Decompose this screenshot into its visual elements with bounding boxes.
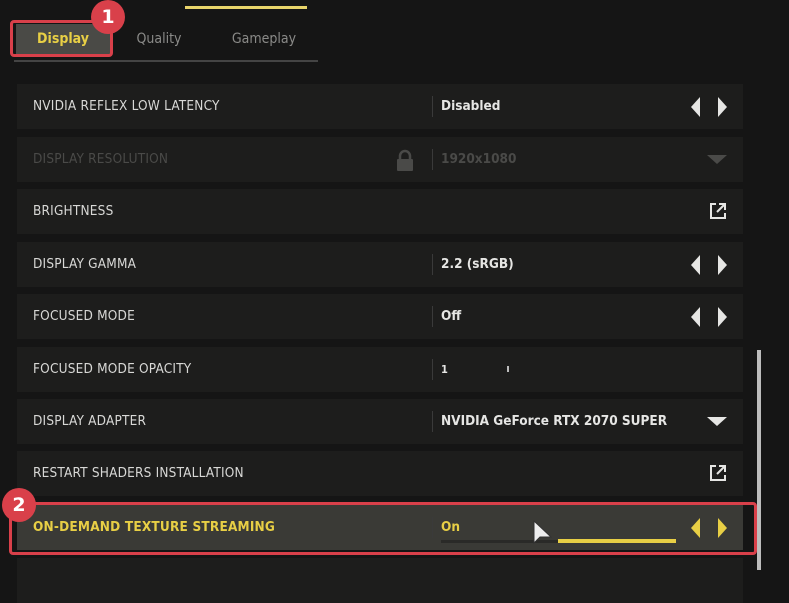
setting-value: Off xyxy=(441,308,462,324)
divider xyxy=(432,306,433,327)
arrow-right-icon[interactable] xyxy=(718,255,727,275)
setting-label: DISPLAY GAMMA xyxy=(33,256,137,272)
mouse-cursor-icon xyxy=(533,520,553,545)
setting-focused-mode[interactable]: FOCUSED MODE Off xyxy=(17,294,743,339)
setting-next-row[interactable] xyxy=(17,558,743,603)
setting-display-gamma[interactable]: DISPLAY GAMMA 2.2 (sRGB) xyxy=(17,242,743,287)
divider xyxy=(432,149,433,170)
setting-display-adapter[interactable]: DISPLAY ADAPTER NVIDIA GeForce RTX 2070 … xyxy=(17,399,743,444)
setting-brightness[interactable]: BRIGHTNESS xyxy=(17,189,743,234)
highlight-box-2 xyxy=(9,502,757,555)
divider xyxy=(432,411,433,432)
arrow-controls xyxy=(689,307,729,327)
setting-value: Disabled xyxy=(441,98,501,114)
chevron-down-icon[interactable] xyxy=(707,417,727,426)
chevron-down-icon xyxy=(707,155,727,164)
setting-label: RESTART SHADERS INSTALLATION xyxy=(33,465,244,481)
arrow-right-icon[interactable] xyxy=(718,307,727,327)
setting-label: FOCUSED MODE xyxy=(33,308,135,324)
divider xyxy=(432,359,433,380)
setting-value: 1920x1080 xyxy=(441,151,517,167)
arrow-right-icon[interactable] xyxy=(718,97,727,117)
external-link-icon[interactable] xyxy=(709,202,727,220)
setting-label: DISPLAY RESOLUTION xyxy=(33,151,169,167)
lock-icon xyxy=(397,149,413,171)
step-badge-1: 1 xyxy=(91,0,125,34)
external-link-icon[interactable] xyxy=(709,464,727,482)
setting-label: NVIDIA REFLEX LOW LATENCY xyxy=(33,98,220,114)
setting-value: 1 xyxy=(441,363,448,376)
setting-restart-shaders[interactable]: RESTART SHADERS INSTALLATION xyxy=(17,451,743,496)
arrow-left-icon[interactable] xyxy=(691,97,700,117)
divider xyxy=(432,96,433,117)
setting-label: DISPLAY ADAPTER xyxy=(33,413,147,429)
tab-quality[interactable]: Quality xyxy=(119,22,199,56)
arrow-controls xyxy=(689,97,729,117)
divider xyxy=(432,254,433,275)
slider-handle[interactable] xyxy=(507,366,509,372)
setting-label: FOCUSED MODE OPACITY xyxy=(33,361,192,377)
setting-label: BRIGHTNESS xyxy=(33,203,114,219)
tab-gameplay[interactable]: Gameplay xyxy=(219,22,309,56)
setting-display-resolution: DISPLAY RESOLUTION 1920x1080 xyxy=(17,137,743,182)
scrollbar[interactable] xyxy=(757,350,761,570)
tab-indicator xyxy=(185,6,307,9)
arrow-left-icon[interactable] xyxy=(691,255,700,275)
setting-focused-mode-opacity[interactable]: FOCUSED MODE OPACITY 1 xyxy=(17,347,743,392)
setting-value: 2.2 (sRGB) xyxy=(441,256,514,272)
arrow-controls xyxy=(689,255,729,275)
step-badge-2: 2 xyxy=(2,488,36,522)
setting-value: NVIDIA GeForce RTX 2070 SUPER xyxy=(441,413,668,429)
setting-nvidia-reflex[interactable]: NVIDIA REFLEX LOW LATENCY Disabled xyxy=(17,84,743,129)
arrow-left-icon[interactable] xyxy=(691,307,700,327)
